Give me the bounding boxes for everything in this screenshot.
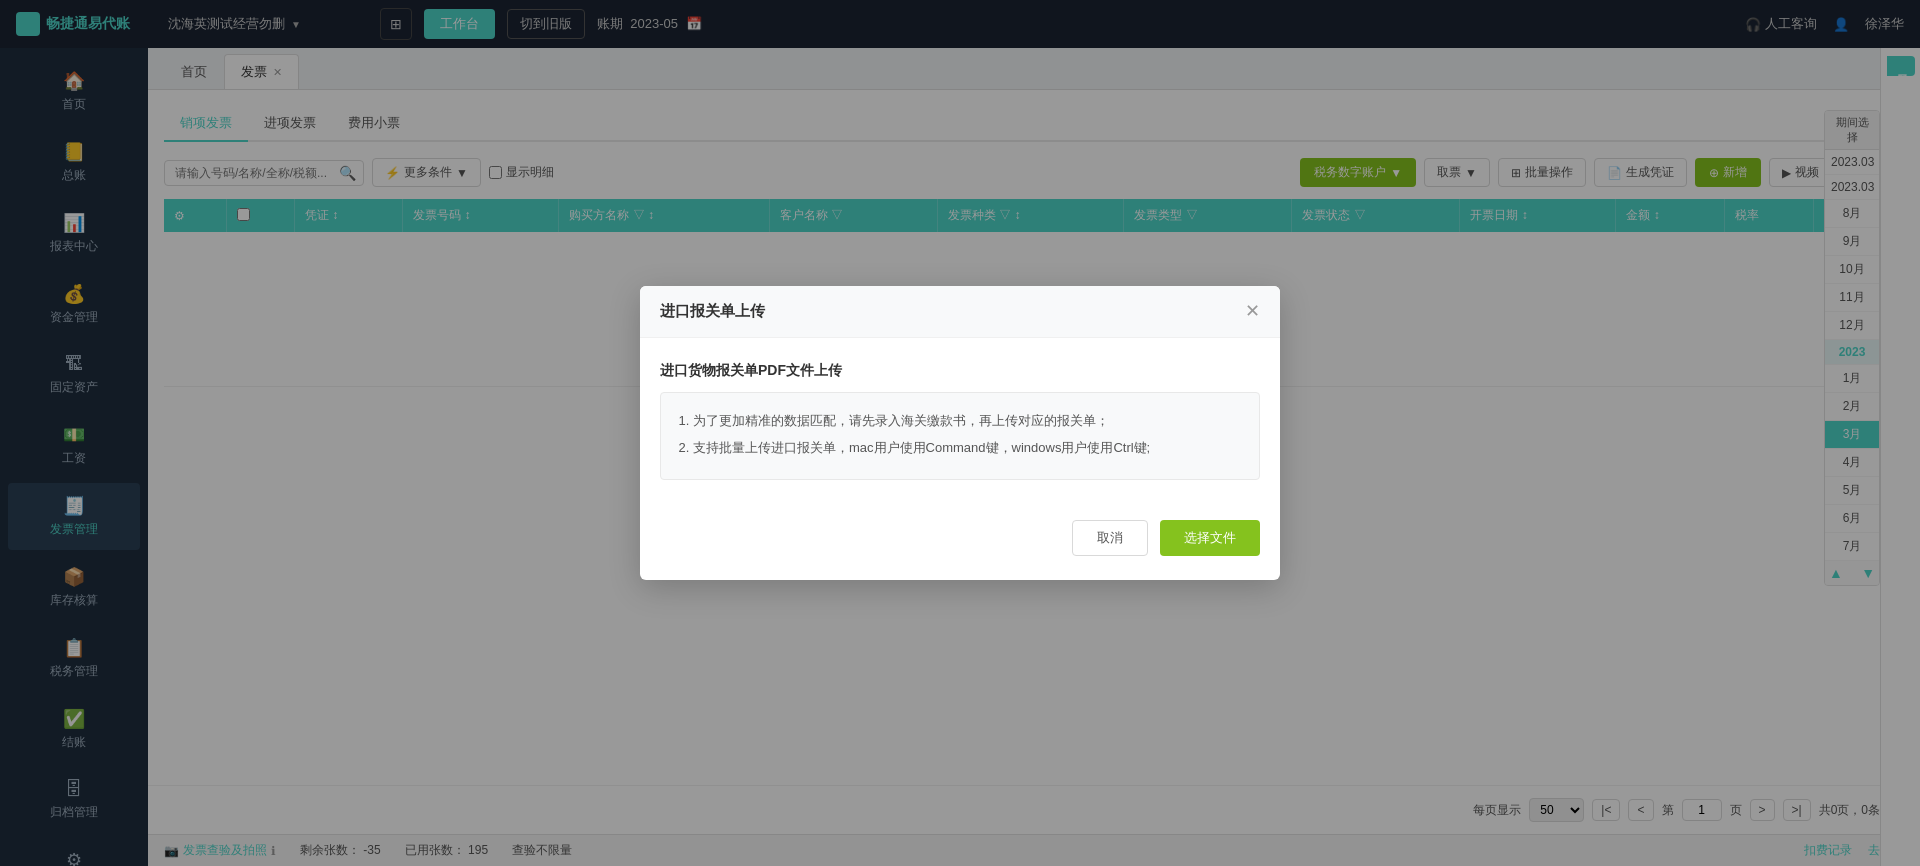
modal-info-box: 为了更加精准的数据匹配，请先录入海关缴款书，再上传对应的报关单； 支持批量上传进… [660,392,1260,481]
modal-body: 进口货物报关单PDF文件上传 为了更加精准的数据匹配，请先录入海关缴款书，再上传… [640,338,1280,505]
import-customs-modal: 进口报关单上传 ✕ 进口货物报关单PDF文件上传 为了更加精准的数据匹配，请先录… [640,286,1280,581]
modal-overlay[interactable]: 进口报关单上传 ✕ 进口货物报关单PDF文件上传 为了更加精准的数据匹配，请先录… [0,0,1920,866]
modal-section-title: 进口货物报关单PDF文件上传 [660,362,1260,380]
modal-close-button[interactable]: ✕ [1245,302,1260,320]
modal-info-item-2: 支持批量上传进口报关单，mac用户使用Command键，windows用户使用C… [693,436,1243,459]
modal-header: 进口报关单上传 ✕ [640,286,1280,338]
modal-footer: 取消 选择文件 [640,504,1280,580]
modal-select-file-button[interactable]: 选择文件 [1160,520,1260,556]
modal-info-item-1: 为了更加精准的数据匹配，请先录入海关缴款书，再上传对应的报关单； [693,409,1243,432]
modal-cancel-button[interactable]: 取消 [1072,520,1148,556]
modal-title: 进口报关单上传 [660,302,765,321]
